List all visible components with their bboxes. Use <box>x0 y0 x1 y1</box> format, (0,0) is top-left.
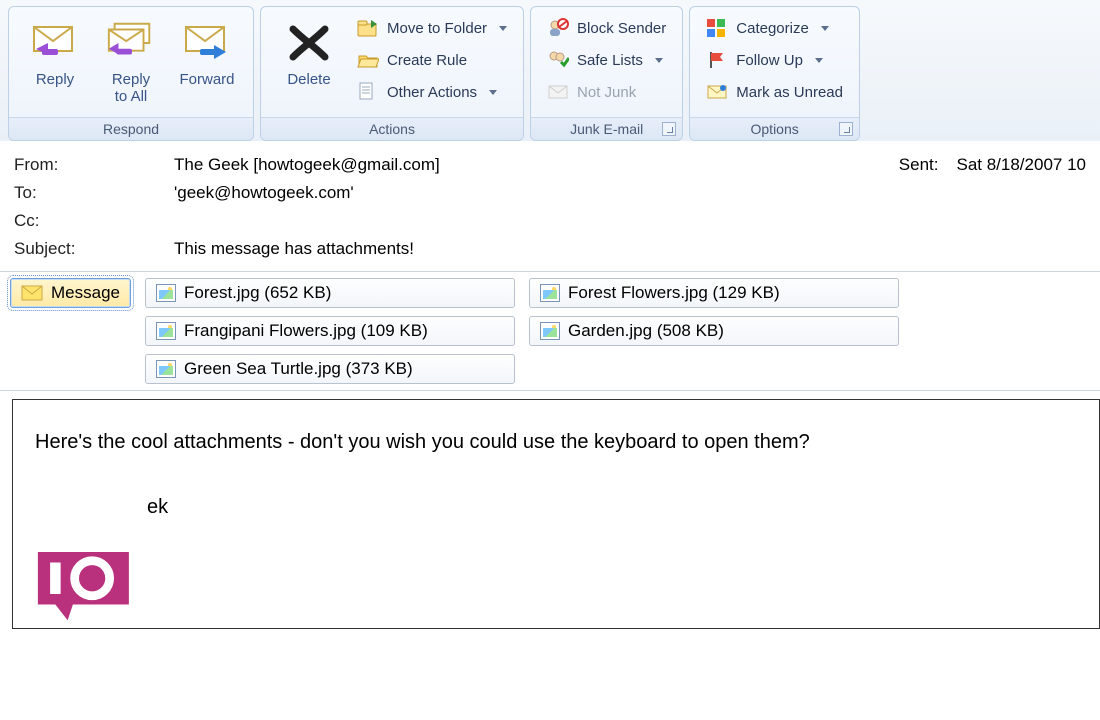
not-junk-button: Not Junk <box>543 79 670 105</box>
mark-unread-button[interactable]: Mark as Unread <box>702 79 847 105</box>
chevron-down-icon <box>655 58 663 63</box>
safe-lists-icon <box>547 49 569 71</box>
attachment-item[interactable]: Forest.jpg (652 KB) <box>145 278 515 308</box>
other-actions-label: Other Actions <box>387 84 477 101</box>
forward-label: Forward <box>179 71 234 88</box>
document-gear-icon <box>357 81 379 103</box>
subject-label: Subject: <box>14 239 174 259</box>
from-value: The Geek [howtogeek@gmail.com] <box>174 155 899 175</box>
dialog-launcher-icon[interactable] <box>839 122 853 136</box>
to-label: To: <box>14 183 174 203</box>
safe-lists-button[interactable]: Safe Lists <box>543 47 670 73</box>
subject-value: This message has attachments! <box>174 239 1086 259</box>
envelope-reply-icon <box>29 17 81 69</box>
attachment-item[interactable]: Forest Flowers.jpg (129 KB) <box>529 278 899 308</box>
group-junk-label: Junk E-mail <box>531 117 682 140</box>
group-actions: Delete Move to Folder <box>260 6 524 141</box>
image-file-icon <box>156 360 176 378</box>
message-header: From: The Geek [howtogeek@gmail.com] Sen… <box>0 141 1100 271</box>
categorize-label: Categorize <box>736 20 809 37</box>
create-rule-label: Create Rule <box>387 52 467 69</box>
group-options-label: Options <box>690 117 859 140</box>
delete-button[interactable]: Delete <box>269 13 349 88</box>
delete-label: Delete <box>287 71 330 88</box>
reply-all-label: Reply to All <box>112 71 150 106</box>
message-tab-label: Message <box>51 283 120 303</box>
attachment-label: Forest.jpg (652 KB) <box>184 283 331 303</box>
follow-up-label: Follow Up <box>736 52 803 69</box>
chevron-down-icon <box>815 58 823 63</box>
sent-value: Sat 8/18/2007 10 <box>956 155 1086 175</box>
from-label: From: <box>14 155 174 175</box>
attachment-item[interactable]: Frangipani Flowers.jpg (109 KB) <box>145 316 515 346</box>
image-file-icon <box>156 322 176 340</box>
block-sender-icon <box>547 17 569 39</box>
ribbon: Reply Reply to All <box>0 0 1100 141</box>
envelope-forward-icon <box>181 17 233 69</box>
envelope-reply-all-icon <box>105 17 157 69</box>
follow-up-button[interactable]: Follow Up <box>702 47 847 73</box>
image-file-icon <box>540 284 560 302</box>
block-sender-button[interactable]: Block Sender <box>543 15 670 41</box>
reply-button[interactable]: Reply <box>17 13 93 88</box>
attachments-bar: Message Forest.jpg (652 KB) Forest Flowe… <box>0 271 1100 391</box>
attachment-label: Garden.jpg (508 KB) <box>568 321 724 341</box>
folder-open-icon <box>357 49 379 71</box>
chevron-down-icon <box>489 90 497 95</box>
attachments-list: Forest.jpg (652 KB) Forest Flowers.jpg (… <box>145 278 899 384</box>
cc-label: Cc: <box>14 211 174 231</box>
group-actions-label: Actions <box>261 117 523 140</box>
create-rule-button[interactable]: Create Rule <box>353 47 511 73</box>
attachment-item[interactable]: Green Sea Turtle.jpg (373 KB) <box>145 354 515 384</box>
move-folder-icon <box>357 17 379 39</box>
other-actions-button[interactable]: Other Actions <box>353 79 511 105</box>
block-sender-label: Block Sender <box>577 20 666 37</box>
move-to-folder-button[interactable]: Move to Folder <box>353 15 511 41</box>
image-file-icon <box>156 284 176 302</box>
attachment-label: Frangipani Flowers.jpg (109 KB) <box>184 321 428 341</box>
sent-label: Sent: <box>899 155 939 175</box>
dialog-launcher-icon[interactable] <box>662 122 676 136</box>
signature-fragment: ek <box>35 493 1077 522</box>
envelope-dim-icon <box>547 81 569 103</box>
chevron-down-icon <box>499 26 507 31</box>
flag-icon <box>706 49 728 71</box>
reply-label: Reply <box>36 71 74 88</box>
body-text: Here's the cool attachments - don't you … <box>35 428 1077 457</box>
envelope-closed-icon <box>706 81 728 103</box>
attachment-label: Green Sea Turtle.jpg (373 KB) <box>184 359 413 379</box>
to-value: 'geek@howtogeek.com' <box>174 183 1086 203</box>
group-respond: Reply Reply to All <box>8 6 254 141</box>
attachment-label: Forest Flowers.jpg (129 KB) <box>568 283 780 303</box>
reply-all-button[interactable]: Reply to All <box>93 13 169 106</box>
envelope-icon <box>21 285 43 301</box>
watermark-io-icon <box>31 552 141 622</box>
delete-x-icon <box>283 17 335 69</box>
chevron-down-icon <box>821 26 829 31</box>
mark-unread-label: Mark as Unread <box>736 84 843 101</box>
categorize-button[interactable]: Categorize <box>702 15 847 41</box>
not-junk-label: Not Junk <box>577 84 636 101</box>
move-to-folder-label: Move to Folder <box>387 20 487 37</box>
message-tab[interactable]: Message <box>10 278 131 308</box>
attachment-item[interactable]: Garden.jpg (508 KB) <box>529 316 899 346</box>
group-respond-label: Respond <box>9 117 253 140</box>
forward-button[interactable]: Forward <box>169 13 245 88</box>
message-body[interactable]: Here's the cool attachments - don't you … <box>12 399 1100 629</box>
group-options: Categorize Follow Up <box>689 6 860 141</box>
group-junk: Block Sender Safe Lists <box>530 6 683 141</box>
categorize-icon <box>706 17 728 39</box>
safe-lists-label: Safe Lists <box>577 52 643 69</box>
image-file-icon <box>540 322 560 340</box>
